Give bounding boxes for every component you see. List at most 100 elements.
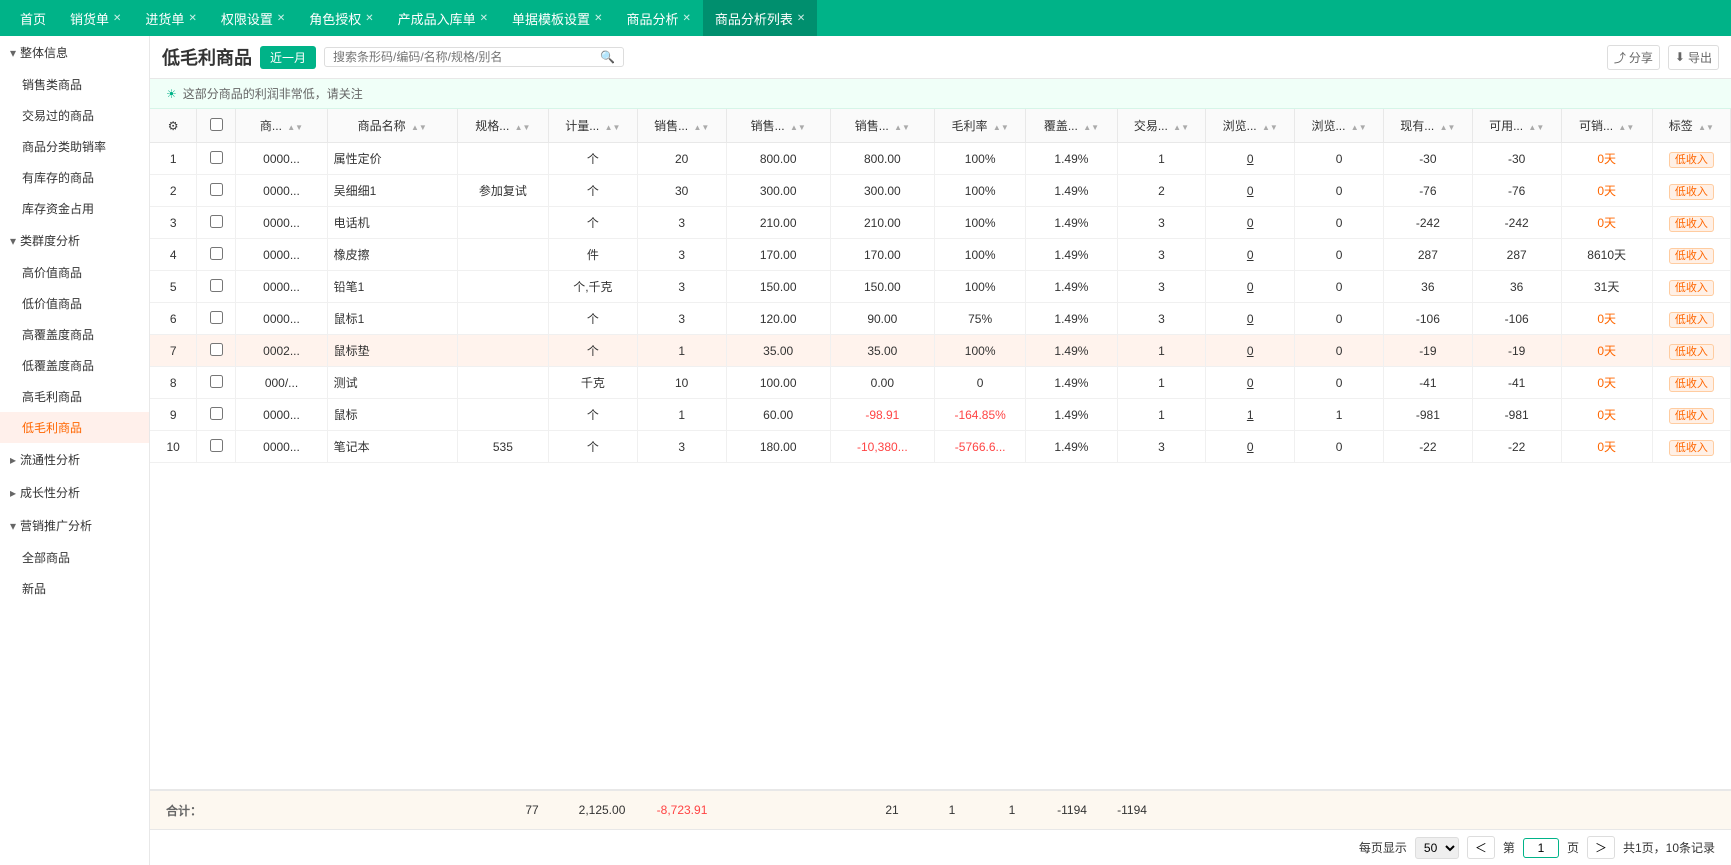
- row-checkbox[interactable]: [197, 175, 236, 207]
- sort-icon[interactable]: ▲▼: [1698, 123, 1714, 132]
- row-select-checkbox[interactable]: [210, 151, 223, 164]
- sort-icon[interactable]: ▲▼: [1173, 123, 1189, 132]
- row-select-checkbox[interactable]: [210, 215, 223, 228]
- row-select-checkbox[interactable]: [210, 407, 223, 420]
- sidebar-item-high-value[interactable]: 高价值商品: [0, 257, 149, 288]
- sidebar-item-high-margin[interactable]: 高毛利商品: [0, 381, 149, 412]
- row-checkbox[interactable]: [197, 335, 236, 367]
- sidebar-item-traded-products[interactable]: 交易过的商品: [0, 100, 149, 131]
- sidebar-item-in-stock[interactable]: 有库存的商品: [0, 162, 149, 193]
- sort-icon[interactable]: ▲▼: [1351, 123, 1367, 132]
- col-available[interactable]: 可用... ▲▼: [1472, 109, 1561, 143]
- row-checkbox[interactable]: [197, 303, 236, 335]
- row-checkbox[interactable]: [197, 143, 236, 175]
- page-number-input[interactable]: [1523, 838, 1559, 858]
- sort-icon[interactable]: ▲▼: [1083, 123, 1099, 132]
- col-sales-profit[interactable]: 销售... ▲▼: [830, 109, 934, 143]
- nav-sales-order[interactable]: 销货单 ✕: [58, 0, 133, 36]
- select-all-checkbox[interactable]: [210, 118, 223, 131]
- per-page-select[interactable]: 50: [1415, 837, 1459, 859]
- sidebar-item-category-rate[interactable]: 商品分类助销率: [0, 131, 149, 162]
- col-sales-qty[interactable]: 销售... ▲▼: [637, 109, 726, 143]
- close-icon[interactable]: ✕: [797, 13, 805, 24]
- sort-icon[interactable]: ▲▼: [693, 123, 709, 132]
- close-icon[interactable]: ✕: [188, 13, 196, 24]
- sidebar-item-low-coverage[interactable]: 低覆盖度商品: [0, 350, 149, 381]
- close-icon[interactable]: ✕: [682, 13, 690, 24]
- row-select-checkbox[interactable]: [210, 311, 223, 324]
- sort-icon[interactable]: ▲▼: [1262, 123, 1278, 132]
- col-views1[interactable]: 浏览... ▲▼: [1206, 109, 1295, 143]
- row-coverage: 1.49%: [1026, 271, 1117, 303]
- row-select-checkbox[interactable]: [210, 183, 223, 196]
- sidebar-item-stock-capital[interactable]: 库存资金占用: [0, 193, 149, 224]
- row-checkbox[interactable]: [197, 367, 236, 399]
- sidebar-item-low-value[interactable]: 低价值商品: [0, 288, 149, 319]
- row-select-checkbox[interactable]: [210, 279, 223, 292]
- sort-icon[interactable]: ▲▼: [993, 123, 1009, 132]
- sidebar-group-cluster[interactable]: ▾ 类群度分析: [0, 224, 149, 257]
- col-settings[interactable]: ⚙: [150, 109, 197, 143]
- sidebar-group-marketing[interactable]: ▾ 营销推广分析: [0, 509, 149, 542]
- col-unit[interactable]: 计量... ▲▼: [548, 109, 637, 143]
- prev-page-button[interactable]: ＜: [1467, 836, 1495, 859]
- nav-product-analysis-list[interactable]: 商品分析列表 ✕: [703, 0, 817, 36]
- sort-icon[interactable]: ▲▼: [605, 123, 621, 132]
- col-current-stock[interactable]: 现有... ▲▼: [1383, 109, 1472, 143]
- sort-icon[interactable]: ▲▼: [1440, 123, 1456, 132]
- col-coverage[interactable]: 覆盖... ▲▼: [1026, 109, 1117, 143]
- nav-product-analysis[interactable]: 商品分析 ✕: [614, 0, 702, 36]
- col-trade-count[interactable]: 交易... ▲▼: [1117, 109, 1206, 143]
- nav-product-entry[interactable]: 产成品入库单 ✕: [386, 0, 500, 36]
- sort-icon[interactable]: ▲▼: [515, 123, 531, 132]
- next-page-button[interactable]: ＞: [1587, 836, 1615, 859]
- col-code[interactable]: 商... ▲▼: [236, 109, 327, 143]
- sort-icon[interactable]: ▲▼: [1618, 123, 1634, 132]
- row-select-checkbox[interactable]: [210, 439, 223, 452]
- nav-role-auth[interactable]: 角色授权 ✕: [297, 0, 385, 36]
- row-checkbox[interactable]: [197, 399, 236, 431]
- col-sales-amount[interactable]: 销售... ▲▼: [726, 109, 830, 143]
- period-button[interactable]: 近一月: [260, 46, 316, 69]
- nav-template-settings[interactable]: 单据模板设置 ✕: [500, 0, 614, 36]
- close-icon[interactable]: ✕: [594, 13, 602, 24]
- row-select-checkbox[interactable]: [210, 247, 223, 260]
- export-button[interactable]: ⬇ 导出: [1668, 45, 1719, 70]
- nav-home[interactable]: 首页: [8, 0, 58, 36]
- row-checkbox[interactable]: [197, 271, 236, 303]
- sidebar-item-high-coverage[interactable]: 高覆盖度商品: [0, 319, 149, 350]
- sort-icon[interactable]: ▲▼: [790, 123, 806, 132]
- row-select-checkbox[interactable]: [210, 343, 223, 356]
- row-checkbox[interactable]: [197, 207, 236, 239]
- sidebar-item-sales-products[interactable]: 销售类商品: [0, 69, 149, 100]
- col-name[interactable]: 商品名称 ▲▼: [327, 109, 457, 143]
- row-checkbox[interactable]: [197, 431, 236, 463]
- sort-icon[interactable]: ▲▼: [1528, 123, 1544, 132]
- col-views2[interactable]: 浏览... ▲▼: [1295, 109, 1384, 143]
- close-icon[interactable]: ✕: [365, 13, 373, 24]
- col-tag[interactable]: 标签 ▲▼: [1652, 109, 1730, 143]
- search-input[interactable]: [333, 50, 596, 64]
- row-select-checkbox[interactable]: [210, 375, 223, 388]
- col-spec[interactable]: 规格... ▲▼: [457, 109, 548, 143]
- close-icon[interactable]: ✕: [113, 13, 121, 24]
- total-label: 合计：: [166, 802, 202, 819]
- sidebar-group-growth[interactable]: ▸ 成长性分析: [0, 476, 149, 509]
- sidebar-item-all-products[interactable]: 全部商品: [0, 542, 149, 573]
- sidebar-group-liquidity[interactable]: ▸ 流通性分析: [0, 443, 149, 476]
- col-sellable-days[interactable]: 可销... ▲▼: [1561, 109, 1652, 143]
- close-icon[interactable]: ✕: [480, 13, 488, 24]
- col-gross-margin[interactable]: 毛利率 ▲▼: [934, 109, 1025, 143]
- sort-icon[interactable]: ▲▼: [894, 123, 910, 132]
- settings-icon[interactable]: ⚙: [168, 119, 179, 133]
- nav-purchase-order[interactable]: 进货单 ✕: [133, 0, 208, 36]
- nav-permissions[interactable]: 权限设置 ✕: [209, 0, 297, 36]
- sidebar-group-general[interactable]: ▾ 整体信息: [0, 36, 149, 69]
- row-checkbox[interactable]: [197, 239, 236, 271]
- sort-icon[interactable]: ▲▼: [287, 123, 303, 132]
- sidebar-item-new-products[interactable]: 新品: [0, 573, 149, 604]
- sort-icon[interactable]: ▲▼: [411, 123, 427, 132]
- close-icon[interactable]: ✕: [277, 13, 285, 24]
- sidebar-item-low-margin[interactable]: 低毛利商品: [0, 412, 149, 443]
- share-button[interactable]: ⤴ 分享: [1607, 45, 1660, 70]
